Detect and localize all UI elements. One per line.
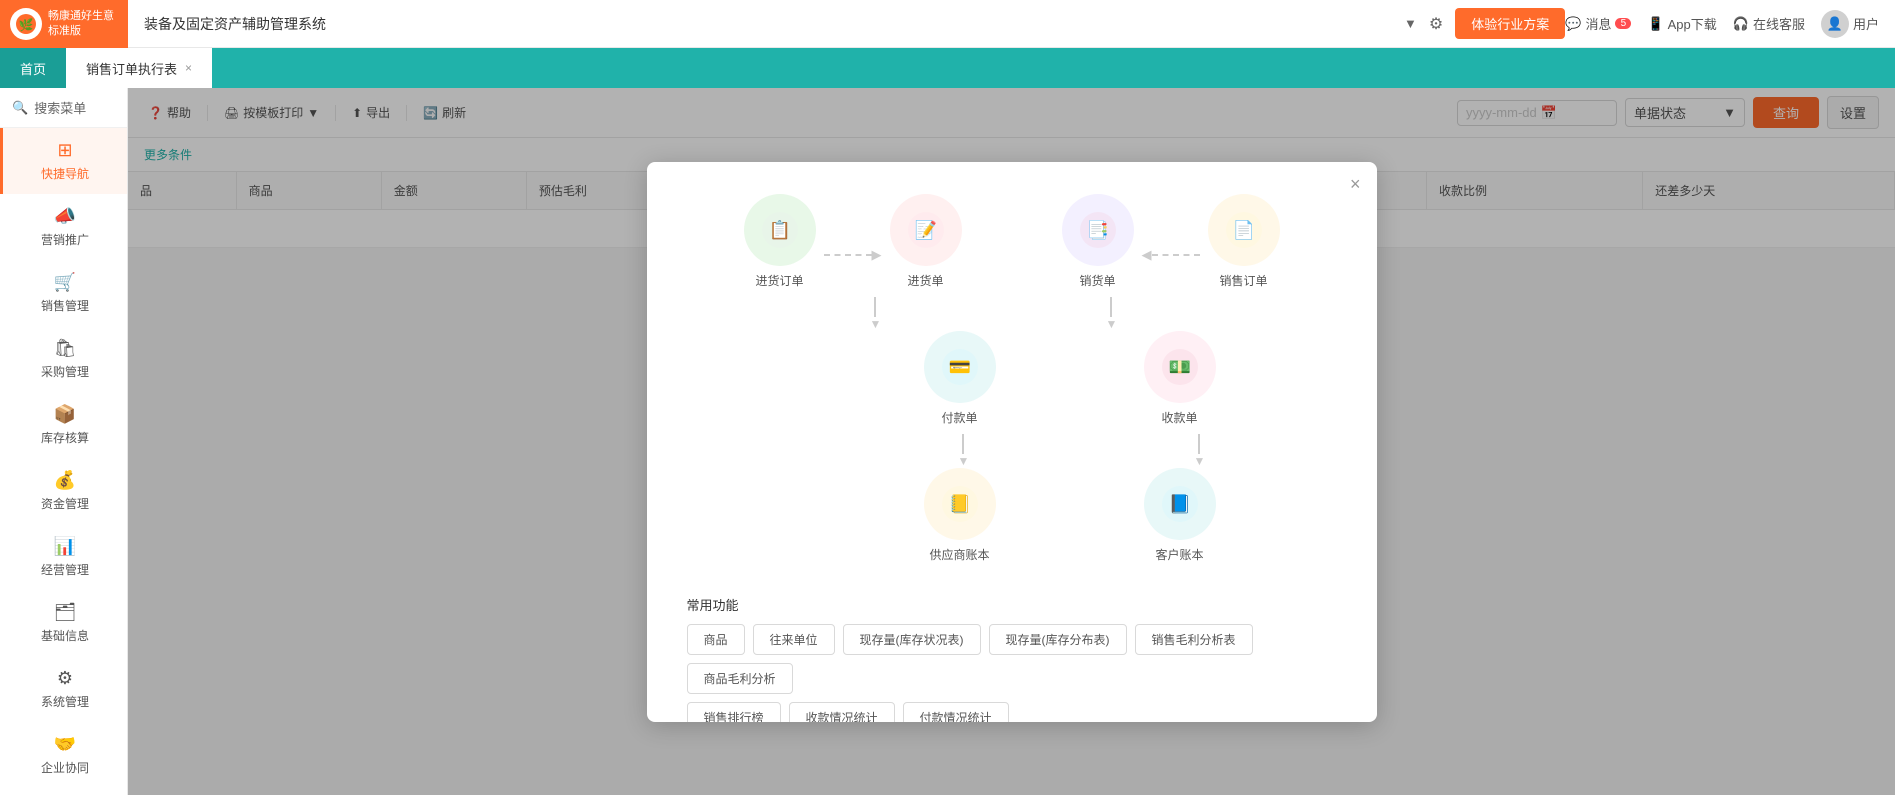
customer-ledger-icon: 📘 [1144,468,1216,540]
logo-area: 🌿 畅康通好生意 标准版 [0,0,128,48]
sales-bill-icon: 📑 [1062,194,1134,266]
svg-text:📘: 📘 [1168,494,1190,514]
app-icon: 📱 [1647,16,1663,32]
svg-text:💳: 💳 [948,357,970,377]
arrow-h-2: ◀ [1134,247,1208,263]
app-download-item[interactable]: 📱 App下载 [1647,14,1716,33]
gear-icon[interactable]: ⚙ [1429,14,1443,34]
modal-body: 📋 进货订单 ▶ [647,162,1377,722]
payment-bill-icon: 💳 [924,331,996,403]
main-content: ❓ 帮助 🖨 按模板打印 ▼ ⬆ 导出 🔄 刷新 [128,88,1895,795]
logo-icon: 🌿 [10,8,42,40]
sales-order-icon: 📄 [1208,194,1280,266]
message-icon: 💬 [1565,16,1581,32]
flow-sales-order[interactable]: 📄 销售订单 [1208,194,1280,289]
quick-nav-icon: ⊞ [57,140,72,161]
main-layout: 🔍 搜索菜单 ⊞ 快捷导航 📣 营销推广 🛒 销售管理 🛍 采购管理 📦 [0,88,1895,795]
avatar: 👤 [1821,10,1849,38]
svg-text:🌿: 🌿 [19,18,34,32]
modal-close-button[interactable]: × [1350,174,1361,195]
sidebar-item-system[interactable]: ⚙ 系统管理 [0,656,127,722]
arrow-h-1: ▶ [816,247,890,263]
service-icon: 🎧 [1733,16,1749,32]
func-btn-3[interactable]: 现存量(库存分布表) [989,624,1127,655]
func-btn-2[interactable]: 现存量(库存状况表) [843,624,981,655]
func-buttons: 商品 往来单位 现存量(库存状况表) 现存量(库存分布表) 销售毛利分析表 商品… [687,624,1337,694]
common-functions: 常用功能 商品 往来单位 现存量(库存状况表) 现存量(库存分布表) 销售毛利分… [687,595,1337,722]
tab-active[interactable]: 销售订单执行表 × [66,48,212,88]
sidebar-item-sales[interactable]: 🛒 销售管理 [0,260,127,326]
finance-icon: 💰 [54,470,76,491]
flow-payment-bill[interactable]: 💳 付款单 [924,331,996,426]
user-item[interactable]: 👤 用户 [1821,10,1879,38]
sidebar-item-newbie[interactable]: 📋 新手引导 [0,788,127,795]
svg-text:📄: 📄 [1232,219,1254,240]
func-btn-8[interactable]: 付款情况统计 [903,702,1009,722]
sidebar-item-purchase[interactable]: 🛍 采购管理 [0,326,127,392]
sidebar-item-marketing[interactable]: 📣 营销推广 [0,194,127,260]
marketing-icon: 📣 [54,206,76,227]
supplier-ledger-icon: 📒 [924,468,996,540]
tab-close-icon[interactable]: × [185,61,192,75]
search-icon: 🔍 [12,100,28,116]
header-right: 💬 消息 5 📱 App下载 🎧 在线客服 👤 用户 [1565,10,1879,38]
message-item[interactable]: 💬 消息 5 [1565,14,1631,33]
common-functions-title: 常用功能 [687,595,1337,614]
svg-text:📒: 📒 [948,494,970,514]
func-buttons-row2: 销售排行榜 收款情况统计 付款情况统计 [687,702,1337,722]
flow-purchase-bill[interactable]: 📝 进货单 [890,194,962,289]
flow-sales-bill[interactable]: 📑 销货单 [1062,194,1134,289]
service-item[interactable]: 🎧 在线客服 [1733,14,1805,33]
func-btn-7[interactable]: 收款情况统计 [789,702,895,722]
modal-overlay[interactable]: × 📋 [128,88,1895,795]
svg-text:📋: 📋 [768,219,790,240]
tab-home[interactable]: 首页 [0,48,66,88]
sidebar-item-operation[interactable]: 📊 经营管理 [0,524,127,590]
system-name: 装备及固定资产辅助管理系统 [144,14,1400,34]
sidebar: 🔍 搜索菜单 ⊞ 快捷导航 📣 营销推广 🛒 销售管理 🛍 采购管理 📦 [0,88,128,795]
func-btn-1[interactable]: 往来单位 [753,624,835,655]
message-badge: 5 [1615,18,1631,29]
search-menu[interactable]: 🔍 搜索菜单 [0,88,127,128]
flow-purchase-order[interactable]: 📋 进货订单 [744,194,816,289]
sales-icon: 🛒 [54,272,76,293]
svg-text:📑: 📑 [1086,219,1108,240]
svg-text:📝: 📝 [914,219,936,240]
sidebar-item-finance[interactable]: 💰 资金管理 [0,458,127,524]
purchase-icon: 🛍 [54,338,77,359]
sidebar-item-basic-info[interactable]: 🗂 基础信息 [0,590,127,656]
svg-text:💵: 💵 [1168,357,1190,377]
sidebar-item-inventory[interactable]: 📦 库存核算 [0,392,127,458]
func-btn-5[interactable]: 商品毛利分析 [687,663,793,694]
inventory-icon: 📦 [54,404,76,425]
purchase-order-icon: 📋 [744,194,816,266]
func-btn-4[interactable]: 销售毛利分析表 [1135,624,1253,655]
basic-info-icon: 🗂 [54,602,77,623]
operation-icon: 📊 [54,536,76,557]
sidebar-item-quick-nav[interactable]: ⊞ 快捷导航 [0,128,127,194]
func-btn-6[interactable]: 销售排行榜 [687,702,781,722]
logo-text: 畅康通好生意 标准版 [48,9,114,38]
dropdown-icon[interactable]: ▼ [1404,16,1417,31]
receipt-bill-icon: 💵 [1144,331,1216,403]
flow-diagram: 📋 进货订单 ▶ [687,194,1337,571]
modal: × 📋 [647,162,1377,722]
purchase-bill-icon: 📝 [890,194,962,266]
sidebar-item-enterprise[interactable]: 🤝 企业协同 [0,722,127,788]
system-icon: ⚙ [57,668,73,689]
sidebar-nav: ⊞ 快捷导航 📣 营销推广 🛒 销售管理 🛍 采购管理 📦 库存核算 💰 [0,128,127,795]
enterprise-icon: 🤝 [54,734,76,755]
flow-customer-ledger[interactable]: 📘 客户账本 [1144,468,1216,563]
flow-supplier-ledger[interactable]: 📒 供应商账本 [924,468,996,563]
flow-receipt-bill[interactable]: 💵 收款单 [1144,331,1216,426]
top-header: 🌿 畅康通好生意 标准版 装备及固定资产辅助管理系统 ▼ ⚙ 体验行业方案 💬 … [0,0,1895,48]
tab-bar: 首页 销售订单执行表 × × [0,48,1895,88]
trial-button[interactable]: 体验行业方案 [1455,8,1565,39]
func-btn-0[interactable]: 商品 [687,624,745,655]
